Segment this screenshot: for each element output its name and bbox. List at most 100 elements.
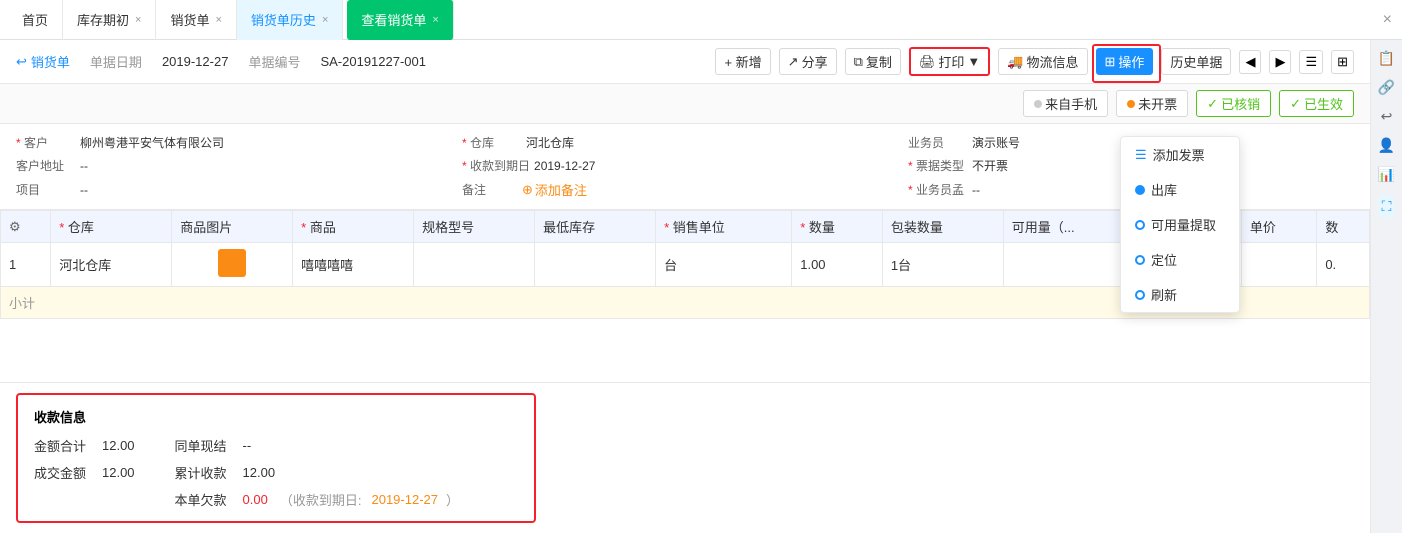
row-unit: 台 [656,243,792,287]
payment-title: 收款信息 [34,407,518,426]
tab-inventory-init-label: 库存期初 [77,10,129,29]
not-open-label: 未开票 [1138,94,1177,113]
add-note-button[interactable]: ⊕ 添加备注 [522,180,587,199]
tab-home[interactable]: 首页 [8,0,63,40]
logistics-button[interactable]: 🚚 物流信息 [998,48,1087,75]
tab-view-sales-close[interactable]: × [432,14,438,26]
doc-title-icon: ↩ [16,54,27,70]
share-button[interactable]: ↗ 分享 [779,48,837,75]
window-close-button[interactable]: × [1383,11,1392,29]
dropdown-add-invoice[interactable]: ☰ 添加发票 [1121,137,1239,172]
print-dropdown-icon: ▼ [967,54,980,69]
from-phone-button[interactable]: 来自手机 [1023,90,1108,117]
prev-button[interactable]: ◀ [1239,50,1261,74]
trade-amount-label: 成交金额 [34,463,94,482]
right-sidebar: 📋 🔗 ↩ 👤 📊 ⛶ [1370,40,1402,533]
copy-icon: ⧉ [854,54,863,70]
dropdown-qty-fetch[interactable]: 可用量提取 [1121,207,1239,242]
tab-sales-order-close[interactable]: × [215,14,221,26]
staff-value: 演示账号 [972,134,1020,151]
amount-row: 金额合计 12.00 [34,436,135,455]
sidebar-icon-2[interactable]: 🔗 [1378,79,1395,96]
tab-sales-order-label: 销货单 [170,10,209,29]
effective-button[interactable]: ✓ 已生效 [1279,90,1354,117]
tab-inventory-init[interactable]: 库存期初 × [63,0,156,40]
row-num: 0. [1317,243,1370,287]
sidebar-icon-5[interactable]: 📊 [1378,166,1395,183]
address-label: 客户地址 [16,157,76,174]
tab-inventory-init-close[interactable]: × [135,14,141,26]
col-img: 商品图片 [172,211,293,243]
cumulative-row: 累计收款 12.00 [175,463,459,482]
tab-home-label: 首页 [22,10,48,29]
customer-field: 客户 柳州粤港平安气体有限公司 [16,134,462,151]
history-label: 历史单据 [1170,52,1222,71]
logistics-icon: 🚚 [1007,54,1023,70]
project-field: 项目 -- [16,181,462,198]
amount-label: 金额合计 [34,436,94,455]
outbound-label: 出库 [1151,180,1177,199]
col-settings[interactable]: ⚙ [1,211,51,243]
dropdown-locate[interactable]: 定位 [1121,242,1239,277]
tab-view-sales[interactable]: 查看销货单 × [347,0,453,40]
note-field: 备注 ⊕ 添加备注 [462,180,908,199]
address-field: 客户地址 -- [16,157,462,174]
from-phone-label: 来自手机 [1045,94,1097,113]
col-spec: 规格型号 [414,211,535,243]
tab-sales-history[interactable]: 销货单历史 × [237,0,343,40]
col-pack-qty: 包装数量 [882,211,1003,243]
address-value: -- [80,159,88,173]
payment-col-1: 金额合计 12.00 成交金额 12.00 [34,436,135,509]
dropdown-refresh[interactable]: 刷新 [1121,277,1239,312]
copy-button[interactable]: ⧉ 复制 [845,48,901,75]
op-icon: ⊞ [1105,54,1116,70]
tab-sales-history-label: 销货单历史 [251,10,316,29]
op-button[interactable]: ⊞ 操作 [1096,48,1154,75]
sub-toolbar: 来自手机 未开票 ✓ 已核销 ✓ 已生效 [0,84,1370,124]
doc-meta: 单据日期 2019-12-27 单据编号 SA-20191227-001 [90,52,716,71]
row-pack-qty: 1台 [882,243,1003,287]
sidebar-icon-6[interactable]: ⛶ [1379,195,1395,218]
doc-title: ↩ 销货单 [16,52,70,71]
next-button[interactable]: ▶ [1269,50,1291,74]
tab-sales-history-close[interactable]: × [322,14,328,26]
sidebar-icon-4[interactable]: 👤 [1378,137,1395,154]
share-icon: ↗ [788,54,799,70]
warehouse-value: 河北仓库 [526,134,574,151]
customer-value: 柳州粤港平安气体有限公司 [80,134,224,151]
this-order-label: 本单欠款 [175,490,235,509]
check-icon: ✓ [1207,96,1218,112]
col-unit: 销售单位 [656,211,792,243]
col-qty: 数量 [792,211,883,243]
sidebar-icon-3[interactable]: ↩ [1381,108,1393,125]
warehouse-field: 仓库 河北仓库 [462,134,908,151]
meta-date-value: 2019-12-27 [162,54,229,69]
list-view-button[interactable]: ☰ [1299,50,1323,74]
dropdown-outbound[interactable]: 出库 [1121,172,1239,207]
row-warehouse: 河北仓库 [51,243,172,287]
check-button[interactable]: ✓ 已核销 [1196,90,1271,117]
dropdown-menu: ☰ 添加发票 出库 可用量提取 定位 刷新 [1120,136,1240,313]
print-button[interactable]: 🖨 打印 ▼ [909,47,990,76]
tab-bar: 首页 库存期初 × 销货单 × 销货单历史 × 查看销货单 × × [0,0,1402,40]
tab-sales-order[interactable]: 销货单 × [156,0,236,40]
sidebar-icon-1[interactable]: 📋 [1378,50,1395,67]
settings-icon[interactable]: ⚙ [9,219,21,234]
doc-header: ↩ 销货单 单据日期 2019-12-27 单据编号 SA-20191227-0… [0,40,1370,84]
share-label: 分享 [802,52,828,71]
op-label: 操作 [1118,52,1144,71]
add-note-icon: ⊕ [522,182,533,198]
history-button[interactable]: 历史单据 [1161,48,1231,75]
not-open-button[interactable]: 未开票 [1116,90,1188,117]
payment-col-2: 同单现结 -- 累计收款 12.00 本单欠款 0.00 （收款到期日: 201… [175,436,459,509]
project-value: -- [80,183,88,197]
toolbar: + 新增 ↗ 分享 ⧉ 复制 🖨 打印 ▼ 🚚 物流信息 [715,47,1354,76]
same-order-row: 同单现结 -- [175,436,459,455]
logistics-label: 物流信息 [1026,52,1078,71]
new-button[interactable]: + 新增 [715,48,770,75]
grid-view-button[interactable]: ⊞ [1331,50,1354,74]
effective-icon: ✓ [1290,96,1301,112]
col-num: 数 [1317,211,1370,243]
add-invoice-icon: ☰ [1135,147,1147,163]
payment-rows: 金额合计 12.00 成交金额 12.00 同单现结 -- [34,436,518,509]
